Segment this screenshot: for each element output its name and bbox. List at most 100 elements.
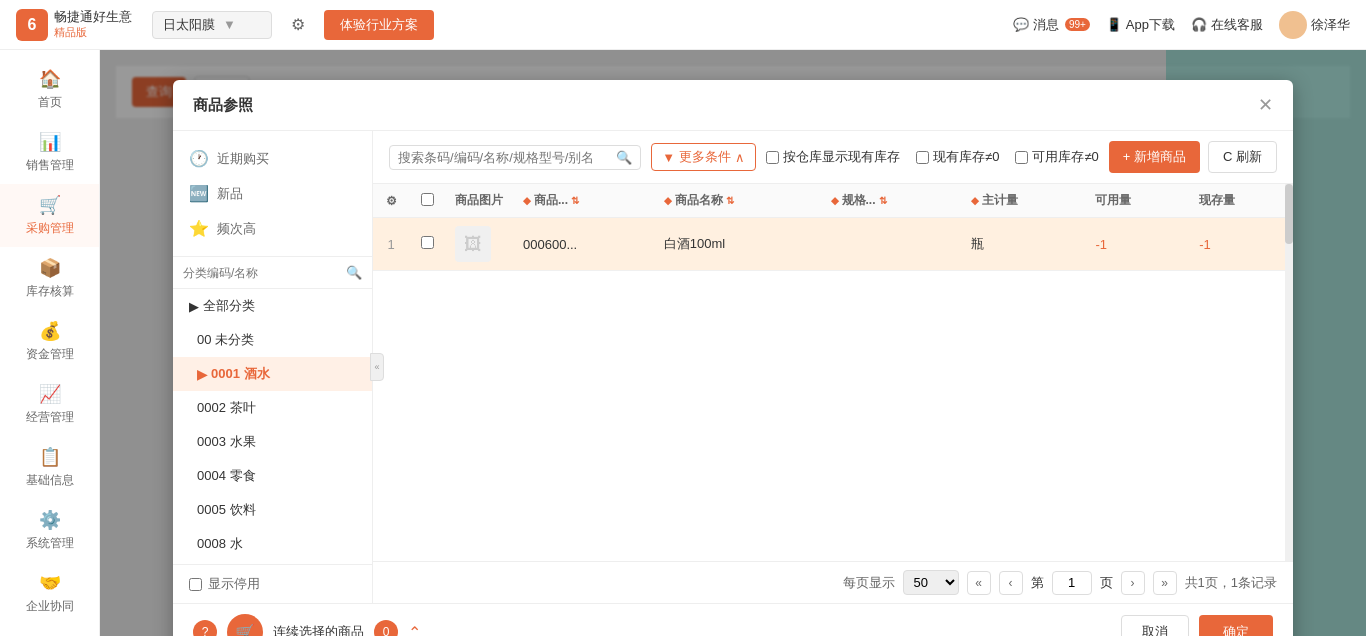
trial-button[interactable]: 体验行业方案 (324, 10, 434, 40)
category-tea[interactable]: 0002 茶叶 (173, 391, 372, 425)
sidebar-item-basics[interactable]: 📋 基础信息 (0, 436, 99, 499)
refresh-button[interactable]: C 刷新 (1208, 141, 1277, 173)
more-conditions-button[interactable]: ▼ 更多条件 ∧ (651, 143, 756, 171)
filter-up-icon: ∧ (735, 150, 745, 165)
sidebar-item-guide[interactable]: 🎯 新手引导 (0, 625, 99, 636)
image-sort[interactable]: 商品图片 (455, 192, 503, 209)
system-icon: ⚙️ (39, 509, 61, 531)
tab-new-products[interactable]: 🆕 新品 (173, 176, 372, 211)
help-icon[interactable]: ? (193, 620, 217, 636)
select-all-checkbox[interactable] (421, 193, 434, 206)
app-download-label: App下载 (1126, 16, 1175, 34)
category-fruit-label: 0003 水果 (197, 433, 256, 451)
category-all-label: 全部分类 (203, 297, 255, 315)
settings-icon[interactable]: ⚙ (282, 9, 314, 41)
store-selector[interactable]: 日太阳膜 ▼ (152, 11, 272, 39)
category-search-row: 🔍 (173, 257, 372, 289)
prev-page-button[interactable]: ‹ (999, 571, 1023, 595)
existing-stock-checkbox[interactable] (916, 151, 929, 164)
clock-icon: 🕐 (189, 149, 209, 168)
sidebar-item-inventory[interactable]: 📦 库存核算 (0, 247, 99, 310)
online-service-item[interactable]: 🎧 在线客服 (1191, 16, 1263, 34)
spec-sort[interactable]: ◆ 规格... ⇅ (831, 192, 952, 209)
code-sort[interactable]: ◆ 商品... ⇅ (523, 192, 644, 209)
collapse-panel-button[interactable]: « (370, 353, 384, 381)
spec-sort-icon: ◆ (831, 195, 839, 206)
scroll-thumb[interactable] (1285, 184, 1293, 244)
warehouse-checkbox-label[interactable]: 按仓库显示现有库存 (766, 148, 900, 166)
show-disabled-checkbox[interactable] (189, 578, 202, 591)
message-label: 消息 (1033, 16, 1059, 34)
category-search-icon[interactable]: 🔍 (346, 265, 362, 280)
cancel-button[interactable]: 取消 (1121, 615, 1189, 636)
modal-overlay: 商品参照 ✕ 🕐 近期购买 🆕 (100, 50, 1366, 636)
product-code: 000600... (523, 237, 577, 252)
last-page-button[interactable]: » (1153, 571, 1177, 595)
category-fruit[interactable]: 0003 水果 (173, 425, 372, 459)
sidebar-item-purchase[interactable]: 🛒 采购管理 (0, 184, 99, 247)
row-num: 1 (373, 218, 409, 271)
username-label: 徐泽华 (1311, 16, 1350, 34)
table-row[interactable]: 1 🖼 (373, 218, 1293, 271)
category-snacks[interactable]: 0004 零食 (173, 459, 372, 493)
sidebar-label-home: 首页 (38, 94, 62, 111)
cart-button[interactable]: 🛒 (227, 614, 263, 636)
enterprise-icon: 🤝 (39, 572, 61, 594)
nav-right: 💬 消息 99+ 📱 App下载 🎧 在线客服 徐泽华 (1013, 11, 1350, 39)
action-buttons: + 新增商品 C 刷新 (1109, 141, 1277, 173)
available-stock-checkbox[interactable] (1015, 151, 1028, 164)
sidebar-item-system[interactable]: ⚙️ 系统管理 (0, 499, 99, 562)
row-checkbox[interactable] (421, 236, 434, 249)
unit-sort[interactable]: ◆ 主计量 (971, 192, 1075, 209)
th-stock: 现存量 (1189, 184, 1293, 218)
sales-icon: 📊 (39, 131, 61, 153)
sidebar-label-system: 系统管理 (26, 535, 74, 552)
spec-sort-arrows: ⇅ (879, 195, 887, 206)
sidebar-item-enterprise[interactable]: 🤝 企业协同 (0, 562, 99, 625)
sidebar-label-operations: 经营管理 (26, 409, 74, 426)
category-drinks[interactable]: 0005 饮料 (173, 493, 372, 527)
tab-high-frequency[interactable]: ⭐ 频次高 (173, 211, 372, 246)
sidebar-item-finance[interactable]: 💰 资金管理 (0, 310, 99, 373)
top-nav: 6 畅捷通好生意 精品版 日太阳膜 ▼ ⚙ 体验行业方案 💬 消息 99+ 📱 … (0, 0, 1366, 50)
page-number-input[interactable] (1052, 571, 1092, 595)
product-image: 🖼 (455, 226, 491, 262)
main-content: 查询 设置 商品参照 ✕ 🕐 (100, 50, 1366, 636)
first-page-button[interactable]: « (967, 571, 991, 595)
row-checkbox-cell (409, 218, 445, 271)
page-size-select[interactable]: 50 10 20 100 (903, 570, 959, 595)
category-liquor[interactable]: ▶ 0001 酒水 (173, 357, 372, 391)
category-unclassified[interactable]: 00 未分类 (173, 323, 372, 357)
warehouse-checkbox[interactable] (766, 151, 779, 164)
category-snacks-label: 0004 零食 (197, 467, 256, 485)
collapse-footer-button[interactable]: ⌃ (408, 623, 421, 637)
name-sort[interactable]: ◆ 商品名称 ⇅ (664, 192, 811, 209)
add-product-button[interactable]: + 新增商品 (1109, 141, 1200, 173)
user-item[interactable]: 徐泽华 (1279, 11, 1350, 39)
row-code-cell: 000600... (513, 218, 654, 271)
pagination-bar: 每页显示 50 10 20 100 « ‹ 第 页 (373, 561, 1293, 603)
row-available-cell: -1 (1085, 218, 1189, 271)
confirm-button[interactable]: 确定 (1199, 615, 1273, 636)
tab-recent-purchase[interactable]: 🕐 近期购买 (173, 141, 372, 176)
store-name: 日太阳膜 (163, 16, 215, 34)
category-search-input[interactable] (183, 266, 342, 280)
app-download-item[interactable]: 📱 App下载 (1106, 16, 1175, 34)
category-all[interactable]: ▶ 全部分类 (173, 289, 372, 323)
headset-icon: 🎧 (1191, 17, 1207, 32)
available-stock-checkbox-label[interactable]: 可用库存≠0 (1015, 148, 1098, 166)
page-label: 第 (1031, 574, 1044, 592)
sidebar-item-home[interactable]: 🏠 首页 (0, 58, 99, 121)
column-settings-icon[interactable]: ⚙ (386, 194, 397, 208)
category-water[interactable]: 0008 水 (173, 527, 372, 561)
modal-close-button[interactable]: ✕ (1258, 94, 1273, 116)
product-search-input[interactable] (398, 150, 610, 165)
logo-sub: 精品版 (54, 25, 132, 40)
name-sort-orange-icon: ◆ (664, 195, 672, 206)
sidebar-item-sales[interactable]: 📊 销售管理 (0, 121, 99, 184)
product-search-icon[interactable]: 🔍 (616, 150, 632, 165)
sidebar-item-operations[interactable]: 📈 经营管理 (0, 373, 99, 436)
existing-stock-checkbox-label[interactable]: 现有库存≠0 (916, 148, 999, 166)
message-item[interactable]: 💬 消息 99+ (1013, 16, 1090, 34)
next-page-button[interactable]: › (1121, 571, 1145, 595)
